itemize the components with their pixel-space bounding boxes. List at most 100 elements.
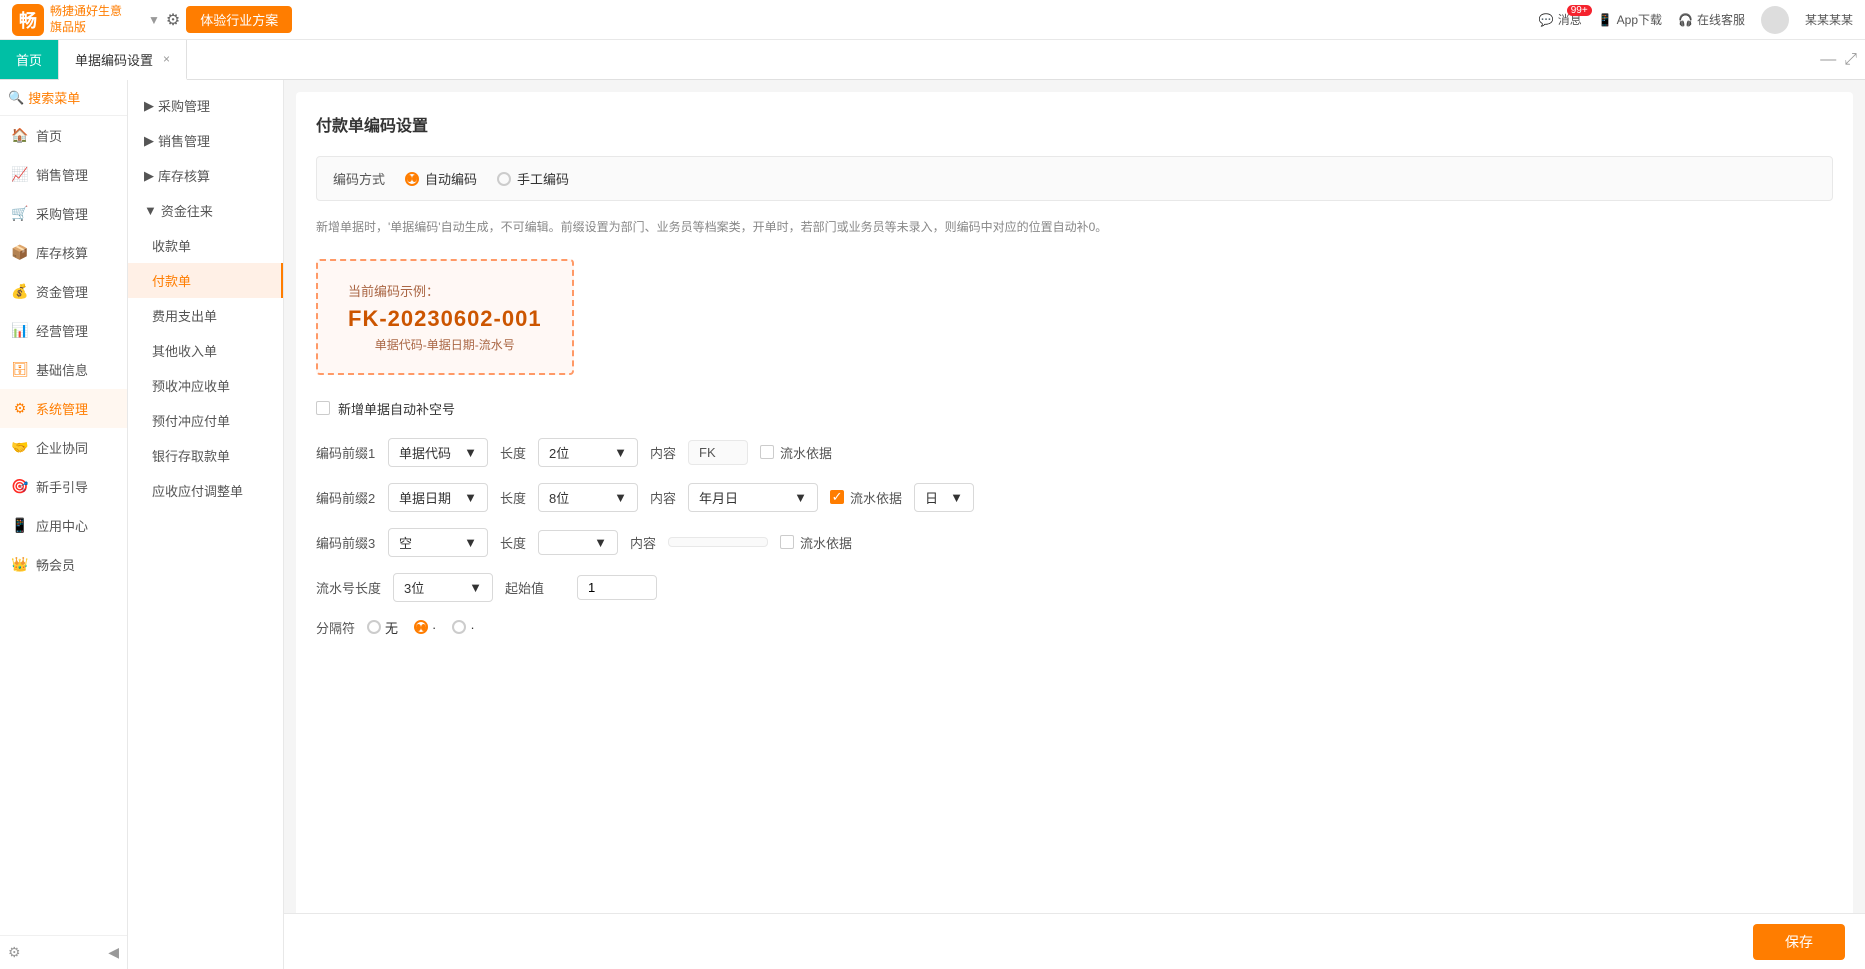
submenu-finance-title[interactable]: ▼ 资金往来 [128, 193, 283, 228]
prefix2-content-select[interactable]: 年月日 ▼ [688, 483, 818, 512]
sidebar-item-home-label: 首页 [36, 126, 62, 145]
prefix1-serial-label: 流水依据 [780, 443, 832, 462]
submenu-item-bank[interactable]: 银行存取款单 [128, 438, 283, 473]
app-download-button[interactable]: 📱 App下载 [1598, 11, 1662, 28]
prefix3-length-select[interactable]: ▼ [538, 530, 618, 555]
prefix1-length-label: 长度 [500, 443, 526, 462]
submenu-purchase-title[interactable]: ▶ 采购管理 [128, 88, 283, 123]
prefix2-length-label: 长度 [500, 488, 526, 507]
sidebar-item-enterprise[interactable]: 🤝 企业协同 [0, 428, 127, 467]
sidebar-item-operations[interactable]: 📊 经营管理 [0, 311, 127, 350]
start-value-label: 起始值 [505, 578, 565, 597]
prefix2-content-label: 内容 [650, 488, 676, 507]
chevron-down-icon: ▼ [144, 203, 157, 218]
prefix2-label: 编码前缀2 [316, 488, 376, 507]
prefix2-select[interactable]: 单据日期 ▼ [388, 483, 488, 512]
encode-radio-group: 自动编码 手工编码 [405, 169, 569, 188]
settings-icon[interactable]: ⚙ [166, 10, 180, 30]
tab-minimize-icon[interactable]: — [1820, 51, 1836, 69]
prefix1-serial-check: 流水依据 [760, 443, 832, 462]
submenu-item-expense[interactable]: 费用支出单 [128, 298, 283, 333]
sidebar-item-purchase-label: 采购管理 [36, 204, 88, 223]
company-dropdown[interactable]: ▼ [148, 13, 160, 27]
prefix2-content-chevron-icon: ▼ [794, 490, 807, 505]
tab-encode-settings[interactable]: 单据编码设置 × [59, 40, 187, 80]
sidebar-item-inventory-label: 库存核算 [36, 243, 88, 262]
submenu-group-finance: ▼ 资金往来 收款单 付款单 费用支出单 其他收入单 预收冲应收单 预付冲应付单… [128, 193, 283, 508]
submenu-group-sales: ▶ 销售管理 [128, 123, 283, 158]
content-scroll: 付款单编码设置 编码方式 自动编码 手工编码 [284, 80, 1865, 913]
manual-encode-radio[interactable]: 手工编码 [497, 169, 569, 188]
sidebar-item-guide[interactable]: 🎯 新手引导 [0, 467, 127, 506]
form-row-prefix2: 编码前缀2 单据日期 ▼ 长度 8位 ▼ 内容 年月日 ▼ [316, 483, 1833, 512]
sidebar-item-inventory[interactable]: 📦 库存核算 [0, 233, 127, 272]
cta-button[interactable]: 体验行业方案 [186, 6, 292, 33]
guide-icon: 🎯 [12, 479, 28, 495]
submenu-group-purchase: ▶ 采购管理 [128, 88, 283, 123]
sidebar-item-sales[interactable]: 📈 销售管理 [0, 155, 127, 194]
submenu-item-other-income[interactable]: 其他收入单 [128, 333, 283, 368]
preview-box: 当前编码示例： FK-20230602-001 单据代码-单据日期-流水号 [316, 259, 574, 375]
prefix2-length-select[interactable]: 8位 ▼ [538, 483, 638, 512]
submenu-item-prepay-collect[interactable]: 预收冲应收单 [128, 368, 283, 403]
prefix1-length-select[interactable]: 2位 ▼ [538, 438, 638, 467]
submenu-stock-title[interactable]: ▶ 库存核算 [128, 158, 283, 193]
tab-home[interactable]: 首页 [0, 40, 59, 79]
submenu-item-adjust[interactable]: 应收应付调整单 [128, 473, 283, 508]
submenu-item-payment[interactable]: 付款单 [128, 263, 283, 298]
sidebar-item-apps[interactable]: 📱 应用中心 [0, 506, 127, 545]
tab-maximize-icon[interactable]: ⤢ [1844, 51, 1857, 69]
message-button[interactable]: 💬 消息 99+ [1539, 11, 1582, 28]
prefix3-content-label: 内容 [630, 533, 656, 552]
sidebar-item-home[interactable]: 🏠 首页 [0, 116, 127, 155]
auto-encode-radio-circle [405, 172, 419, 186]
sidebar-item-purchase[interactable]: 🛒 采购管理 [0, 194, 127, 233]
submenu-item-receipt[interactable]: 收款单 [128, 228, 283, 263]
sidebar-item-basic[interactable]: 🗄 基础信息 [0, 350, 127, 389]
form-row-prefix1: 编码前缀1 单据代码 ▼ 长度 2位 ▼ 内容 FK 流水依据 [316, 438, 1833, 467]
prefix3-chevron-icon: ▼ [464, 535, 477, 550]
sidebar-item-basic-label: 基础信息 [36, 360, 88, 379]
auto-encode-radio[interactable]: 自动编码 [405, 169, 477, 188]
save-button[interactable]: 保存 [1753, 924, 1845, 960]
page-title: 付款单编码设置 [316, 112, 1833, 136]
auto-fill-row: 新增单据自动补空号 [316, 399, 1833, 418]
sep-none-label: 无 [385, 618, 398, 637]
submenu: ▶ 采购管理 ▶ 销售管理 ▶ 库存核算 ▼ 资金往来 收款单 付款单 费用支出… [128, 80, 284, 969]
sidebar-collapse-icon[interactable]: ◀ [108, 944, 119, 961]
tab-close-icon[interactable]: × [163, 52, 170, 66]
sep-dot-radio[interactable]: · [414, 620, 436, 635]
prefix3-length-label: 长度 [500, 533, 526, 552]
prefix3-serial-check: 流水依据 [780, 533, 852, 552]
sidebar-settings-icon[interactable]: ⚙ [8, 944, 21, 961]
sep-none-radio[interactable]: 无 [367, 618, 398, 637]
sep-dash-radio[interactable]: · [452, 620, 474, 635]
search-menu[interactable]: 🔍 搜索菜单 [0, 80, 127, 116]
prefix1-serial-checkbox[interactable] [760, 445, 774, 459]
prefix3-serial-checkbox[interactable] [780, 535, 794, 549]
enterprise-icon: 🤝 [12, 440, 28, 456]
prefix3-label: 编码前缀3 [316, 533, 376, 552]
submenu-sales-title[interactable]: ▶ 销售管理 [128, 123, 283, 158]
sidebar-item-vip[interactable]: 👑 畅会员 [0, 545, 127, 584]
submenu-item-prepay-pay[interactable]: 预付冲应付单 [128, 403, 283, 438]
prefix3-select[interactable]: 空 ▼ [388, 528, 488, 557]
form-row-prefix3: 编码前缀3 空 ▼ 长度 ▼ 内容 流水依据 [316, 528, 1833, 557]
sidebar-item-finance[interactable]: 💰 资金管理 [0, 272, 127, 311]
logo-icon: 畅 [12, 4, 44, 36]
sidebar-item-system[interactable]: ⚙ 系统管理 [0, 389, 127, 428]
preview-code: FK-20230602-001 [348, 306, 542, 332]
start-value-input[interactable] [577, 575, 657, 600]
serial-length-label: 流水号长度 [316, 578, 381, 597]
preview-desc: 单据代码-单据日期-流水号 [348, 336, 542, 353]
prefix1-select[interactable]: 单据代码 ▼ [388, 438, 488, 467]
serial-length-select[interactable]: 3位 ▼ [393, 573, 493, 602]
auto-fill-checkbox[interactable] [316, 401, 330, 415]
prefix2-serial-checkbox[interactable]: ✓ [830, 490, 844, 504]
content-inner: 付款单编码设置 编码方式 自动编码 手工编码 [296, 92, 1853, 913]
prefix1-chevron-icon: ▼ [464, 445, 477, 460]
prefix2-period-select[interactable]: 日 ▼ [914, 483, 974, 512]
logo-text: 畅捷通好生意 旗品版 [50, 4, 122, 35]
preview-label: 当前编码示例： [348, 281, 542, 300]
online-service-button[interactable]: 🎧 在线客服 [1678, 11, 1745, 28]
